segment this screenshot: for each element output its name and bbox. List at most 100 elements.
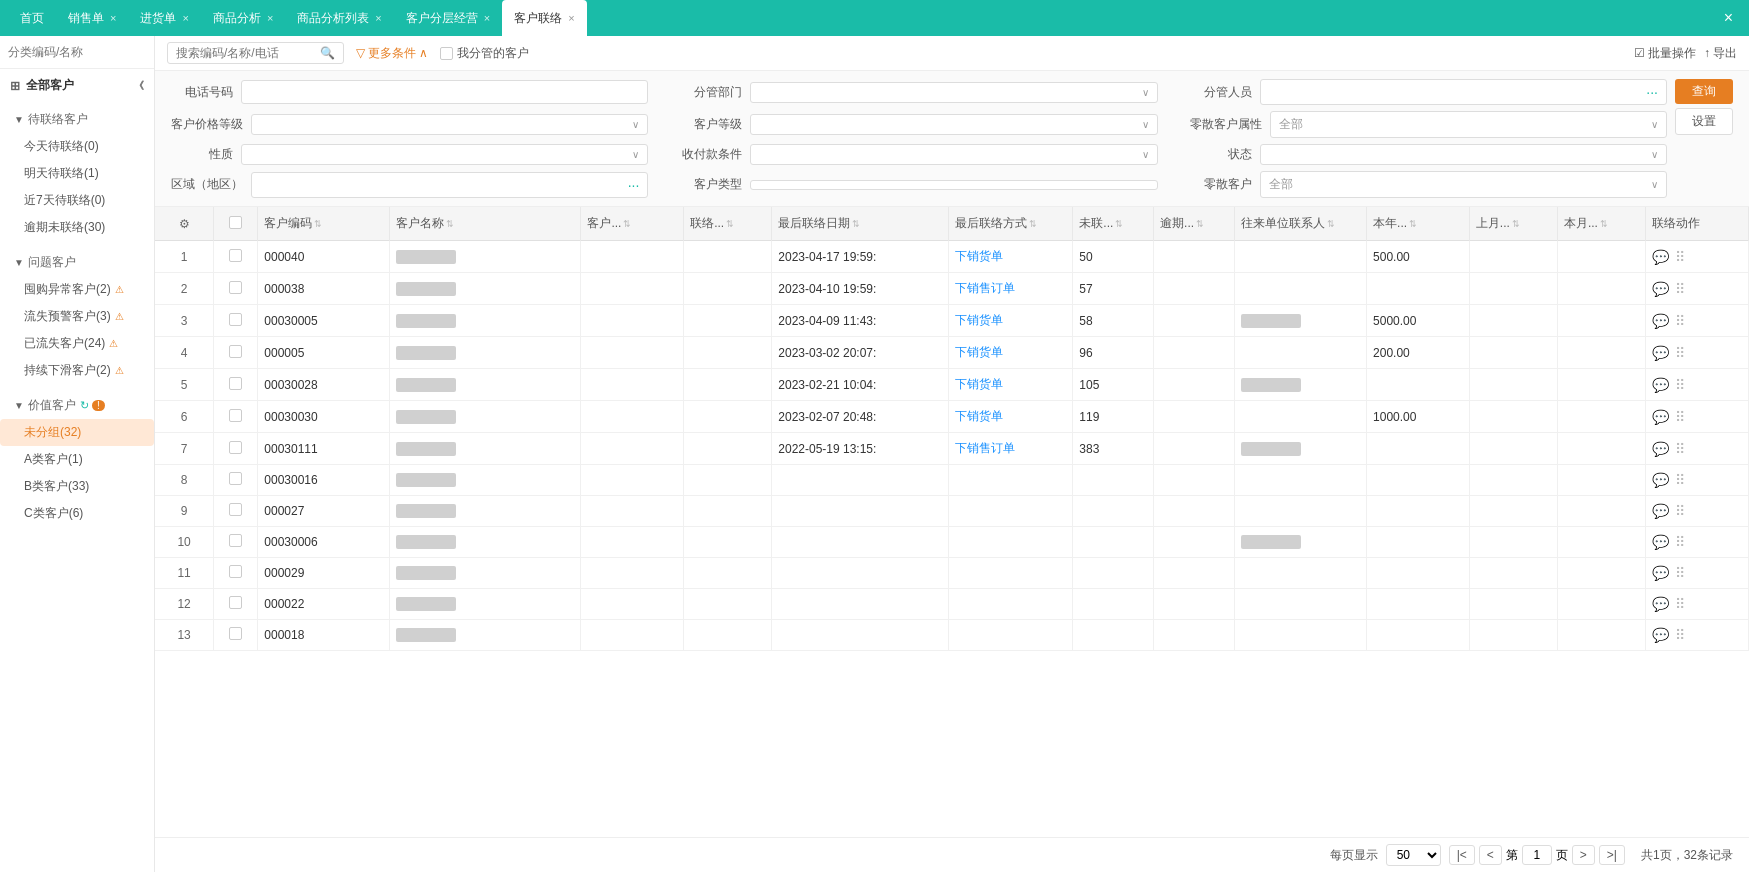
sidebar-item-ungroup[interactable]: 未分组(32) xyxy=(0,419,154,446)
batch-op-btn[interactable]: ☑ 批量操作 xyxy=(1634,45,1696,62)
phone-input[interactable] xyxy=(241,80,648,104)
row-checkbox-7[interactable] xyxy=(229,472,242,485)
search-input[interactable] xyxy=(176,46,316,60)
page-input[interactable] xyxy=(1522,845,1552,865)
refresh-icon[interactable]: ↻ xyxy=(80,399,89,412)
page-size-select[interactable]: 50 20 100 xyxy=(1386,844,1441,866)
row-checkbox-0[interactable] xyxy=(229,249,242,262)
call-icon[interactable]: 💬 xyxy=(1652,281,1669,297)
more-icon[interactable]: ⠿ xyxy=(1675,596,1685,612)
cust-level-select[interactable]: ∨ xyxy=(750,114,1157,135)
sidebar-item-churn-warn[interactable]: 流失预警客户(3) ⚠ xyxy=(0,303,154,330)
code-sort[interactable]: ⇅ xyxy=(314,219,322,229)
more-icon[interactable]: ⠿ xyxy=(1675,441,1685,457)
my-customer-checkbox[interactable] xyxy=(440,47,453,60)
contact2-sort[interactable]: ⇅ xyxy=(1327,219,1335,229)
region-select[interactable]: ··· xyxy=(251,172,648,198)
price-tier-select[interactable]: ∨ xyxy=(251,114,648,135)
row-checkbox-6[interactable] xyxy=(229,441,242,454)
sidebar-item-class-a[interactable]: A类客户(1) xyxy=(0,446,154,473)
tab-customer-tier-close[interactable]: × xyxy=(484,12,490,24)
call-icon[interactable]: 💬 xyxy=(1652,627,1669,643)
more-icon[interactable]: ⠿ xyxy=(1675,627,1685,643)
cust-type-select[interactable] xyxy=(750,180,1157,190)
lastway-sort[interactable]: ⇅ xyxy=(1029,219,1037,229)
call-icon[interactable]: 💬 xyxy=(1652,441,1669,457)
row-checkbox-12[interactable] xyxy=(229,627,242,640)
tab-customer-contact[interactable]: 客户联络 × xyxy=(502,0,586,36)
lastway-link[interactable]: 下销货单 xyxy=(955,409,1003,423)
sidebar-group-value-header[interactable]: ▼ 价值客户 ↻ ! xyxy=(0,392,154,419)
sidebar-item-class-c[interactable]: C类客户(6) xyxy=(0,500,154,527)
sidebar-item-abnormal[interactable]: 囤购异常客户(2) ⚠ xyxy=(0,276,154,303)
more-icon[interactable]: ⠿ xyxy=(1675,565,1685,581)
more-icon[interactable]: ⠿ xyxy=(1675,345,1685,361)
prev-page-btn[interactable]: < xyxy=(1479,845,1502,865)
tab-analysis-list-close[interactable]: × xyxy=(375,12,381,24)
export-btn[interactable]: ↑ 导出 xyxy=(1704,45,1737,62)
select-all-checkbox[interactable] xyxy=(229,216,242,229)
more-icon[interactable]: ⠿ xyxy=(1675,472,1685,488)
lastway-link[interactable]: 下销货单 xyxy=(955,313,1003,327)
tab-bar-close-icon[interactable]: × xyxy=(1716,9,1741,27)
more-icon[interactable]: ⠿ xyxy=(1675,409,1685,425)
call-icon[interactable]: 💬 xyxy=(1652,565,1669,581)
row-checkbox-11[interactable] xyxy=(229,596,242,609)
lastway-link[interactable]: 下销售订单 xyxy=(955,441,1015,455)
settings-icon[interactable]: ⚙ xyxy=(179,217,190,231)
call-icon[interactable]: 💬 xyxy=(1652,596,1669,612)
tab-analysis-close[interactable]: × xyxy=(267,12,273,24)
sidebar-group-waiting-header[interactable]: ▼ 待联络客户 xyxy=(0,106,154,133)
call-icon[interactable]: 💬 xyxy=(1652,503,1669,519)
tab-home[interactable]: 首页 xyxy=(8,0,56,36)
first-page-btn[interactable]: |< xyxy=(1449,845,1475,865)
reset-button[interactable]: 设置 xyxy=(1675,108,1733,135)
dept-select[interactable]: ∨ xyxy=(750,82,1157,103)
more-icon[interactable]: ⠿ xyxy=(1675,377,1685,393)
call-icon[interactable]: 💬 xyxy=(1652,313,1669,329)
tab-analysis-list[interactable]: 商品分析列表 × xyxy=(285,0,393,36)
sidebar-item-today[interactable]: 今天待联络(0) xyxy=(0,133,154,160)
row-checkbox-8[interactable] xyxy=(229,503,242,516)
row-checkbox-1[interactable] xyxy=(229,281,242,294)
status-select[interactable]: ∨ xyxy=(1260,144,1667,165)
tab-sales-close[interactable]: × xyxy=(110,12,116,24)
sidebar-item-declining[interactable]: 持续下滑客户(2) ⚠ xyxy=(0,357,154,384)
thisyear-sort[interactable]: ⇅ xyxy=(1409,219,1417,229)
nature-select[interactable]: ∨ xyxy=(241,144,648,165)
tab-sales[interactable]: 销售单 × xyxy=(56,0,128,36)
contact-sort[interactable]: ⇅ xyxy=(726,219,734,229)
row-checkbox-2[interactable] xyxy=(229,313,242,326)
next-page-btn[interactable]: > xyxy=(1572,845,1595,865)
tab-customer-contact-close[interactable]: × xyxy=(568,12,574,24)
row-checkbox-3[interactable] xyxy=(229,345,242,358)
row-checkbox-10[interactable] xyxy=(229,565,242,578)
sidebar-item-class-b[interactable]: B类客户(33) xyxy=(0,473,154,500)
call-icon[interactable]: 💬 xyxy=(1652,409,1669,425)
row-checkbox-9[interactable] xyxy=(229,534,242,547)
lastdate-sort[interactable]: ⇅ xyxy=(852,219,860,229)
sidebar-item-tomorrow[interactable]: 明天待联络(1) xyxy=(0,160,154,187)
tab-purchase-close[interactable]: × xyxy=(182,12,188,24)
lastmonth-sort[interactable]: ⇅ xyxy=(1512,219,1520,229)
lastway-link[interactable]: 下销售订单 xyxy=(955,281,1015,295)
payment-select[interactable]: ∨ xyxy=(750,144,1157,165)
lastway-link[interactable]: 下销货单 xyxy=(955,377,1003,391)
sidebar-item-7days[interactable]: 近7天待联络(0) xyxy=(0,187,154,214)
more-icon[interactable]: ⠿ xyxy=(1675,313,1685,329)
name-sort[interactable]: ⇅ xyxy=(446,219,454,229)
more-icon[interactable]: ⠿ xyxy=(1675,249,1685,265)
call-icon[interactable]: 💬 xyxy=(1652,377,1669,393)
sidebar-item-churned[interactable]: 已流失客户(24) ⚠ xyxy=(0,330,154,357)
collapse-icon[interactable]: 《 xyxy=(134,79,144,93)
tab-analysis[interactable]: 商品分析 × xyxy=(201,0,285,36)
lastway-link[interactable]: 下销货单 xyxy=(955,249,1003,263)
more-icon[interactable]: ⠿ xyxy=(1675,281,1685,297)
more-icon[interactable]: ⠿ xyxy=(1675,534,1685,550)
search-icon[interactable]: 🔍 xyxy=(320,46,335,60)
call-icon[interactable]: 💬 xyxy=(1652,249,1669,265)
thismonth-sort[interactable]: ⇅ xyxy=(1600,219,1608,229)
lastway-link[interactable]: 下销货单 xyxy=(955,345,1003,359)
row-checkbox-5[interactable] xyxy=(229,409,242,422)
sidebar-search-input[interactable] xyxy=(8,45,155,59)
